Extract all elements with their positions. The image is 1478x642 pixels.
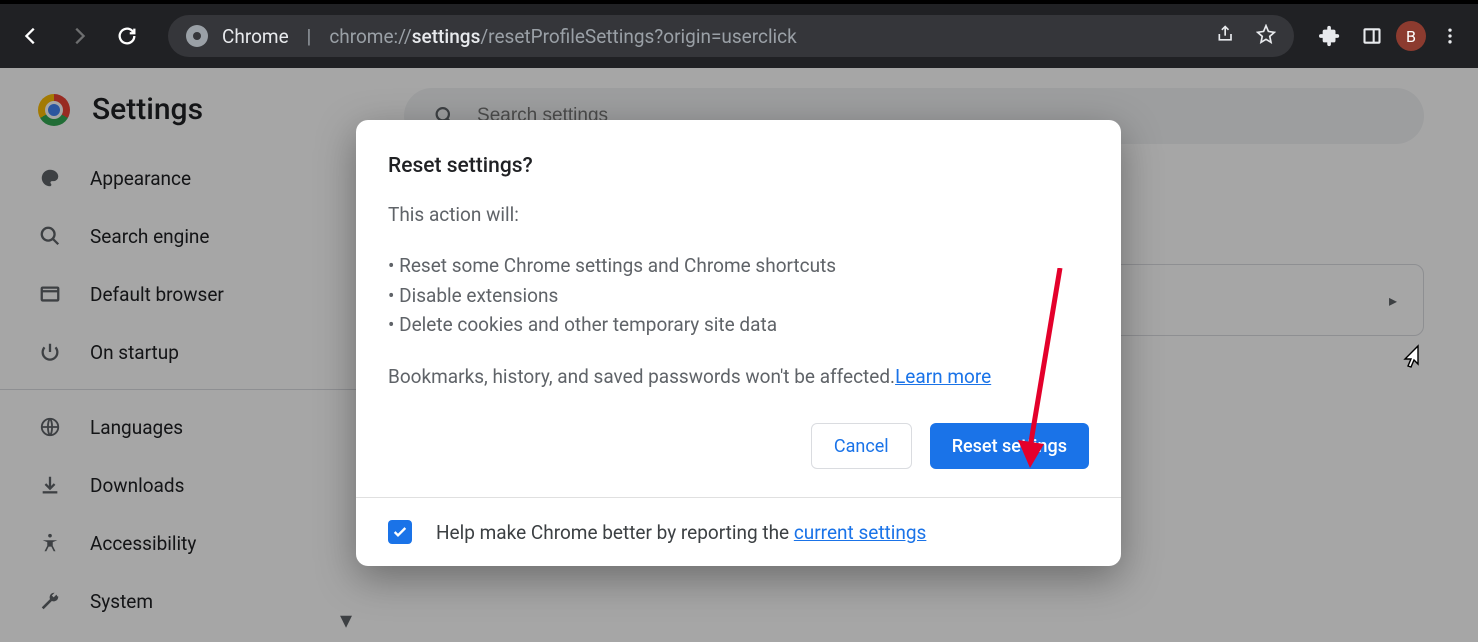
url-text: chrome://settings/resetProfileSettings?o…: [329, 25, 796, 48]
reset-settings-dialog: Reset settings? This action will: Reset …: [356, 120, 1121, 566]
sidebar-item-label: Appearance: [90, 167, 191, 190]
chrome-logo-icon: [38, 94, 70, 126]
sidebar-item-label: Search engine: [90, 225, 210, 248]
dialog-lead: This action will:: [388, 200, 1089, 229]
sidebar-item-appearance[interactable]: Appearance: [0, 149, 360, 207]
sidebar-item-system[interactable]: System: [0, 572, 360, 630]
browser-toolbar: Chrome | chrome://settings/resetProfileS…: [0, 0, 1478, 68]
search-icon: [38, 224, 62, 248]
accessibility-icon: [38, 531, 62, 555]
address-bar[interactable]: Chrome | chrome://settings/resetProfileS…: [168, 15, 1294, 57]
dialog-title: Reset settings?: [388, 154, 1089, 178]
forward-button[interactable]: [58, 15, 100, 57]
download-icon: [38, 473, 62, 497]
sidebar-item-label: System: [90, 590, 153, 613]
chevron-down-icon[interactable]: ▾: [340, 606, 352, 634]
profile-avatar[interactable]: B: [1396, 21, 1426, 51]
sidebar-divider: [0, 389, 360, 390]
dialog-after: Bookmarks, history, and saved passwords …: [388, 362, 1089, 391]
sidebar-item-label: Default browser: [90, 283, 224, 306]
chevron-right-icon: ▸: [1389, 291, 1397, 310]
wrench-icon: [38, 589, 62, 613]
palette-icon: [38, 166, 62, 190]
back-button[interactable]: [10, 15, 52, 57]
report-checkbox[interactable]: [388, 520, 412, 544]
settings-brand: Settings: [0, 92, 360, 149]
site-chrome-icon: [186, 25, 208, 47]
page-title: Settings: [92, 92, 203, 127]
sidebar-item-on-startup[interactable]: On startup: [0, 323, 360, 381]
sidebar-item-label: On startup: [90, 341, 179, 364]
power-icon: [38, 340, 62, 364]
sidebar-item-label: Languages: [90, 416, 183, 439]
share-icon[interactable]: [1216, 24, 1236, 49]
learn-more-link[interactable]: Learn more: [895, 365, 991, 388]
globe-icon: [38, 415, 62, 439]
chrome-menu-icon[interactable]: [1432, 18, 1468, 54]
sidebar-item-label: Accessibility: [90, 532, 196, 555]
cancel-button[interactable]: Cancel: [811, 423, 912, 469]
sidepanel-icon[interactable]: [1354, 18, 1390, 54]
sidebar-item-downloads[interactable]: Downloads: [0, 456, 360, 514]
star-icon[interactable]: [1256, 24, 1276, 49]
dialog-bullet: Delete cookies and other temporary site …: [388, 310, 1089, 339]
settings-sidebar: Settings Appearance Search engine Defaul…: [0, 68, 360, 642]
current-settings-link[interactable]: current settings: [794, 521, 927, 544]
dialog-bullet: Reset some Chrome settings and Chrome sh…: [388, 251, 1089, 280]
sidebar-item-search-engine[interactable]: Search engine: [0, 207, 360, 265]
sidebar-item-label: Downloads: [90, 474, 184, 497]
dialog-bullet: Disable extensions: [388, 281, 1089, 310]
sidebar-item-accessibility[interactable]: Accessibility: [0, 514, 360, 572]
reset-settings-button[interactable]: Reset settings: [930, 423, 1089, 469]
sidebar-item-default-browser[interactable]: Default browser: [0, 265, 360, 323]
report-text: Help make Chrome better by reporting the…: [436, 521, 926, 544]
window-icon: [38, 282, 62, 306]
reload-button[interactable]: [106, 15, 148, 57]
sidebar-item-languages[interactable]: Languages: [0, 398, 360, 456]
dialog-bullets: Reset some Chrome settings and Chrome sh…: [388, 251, 1089, 339]
site-label: Chrome: [222, 25, 289, 48]
extensions-icon[interactable]: [1312, 18, 1348, 54]
